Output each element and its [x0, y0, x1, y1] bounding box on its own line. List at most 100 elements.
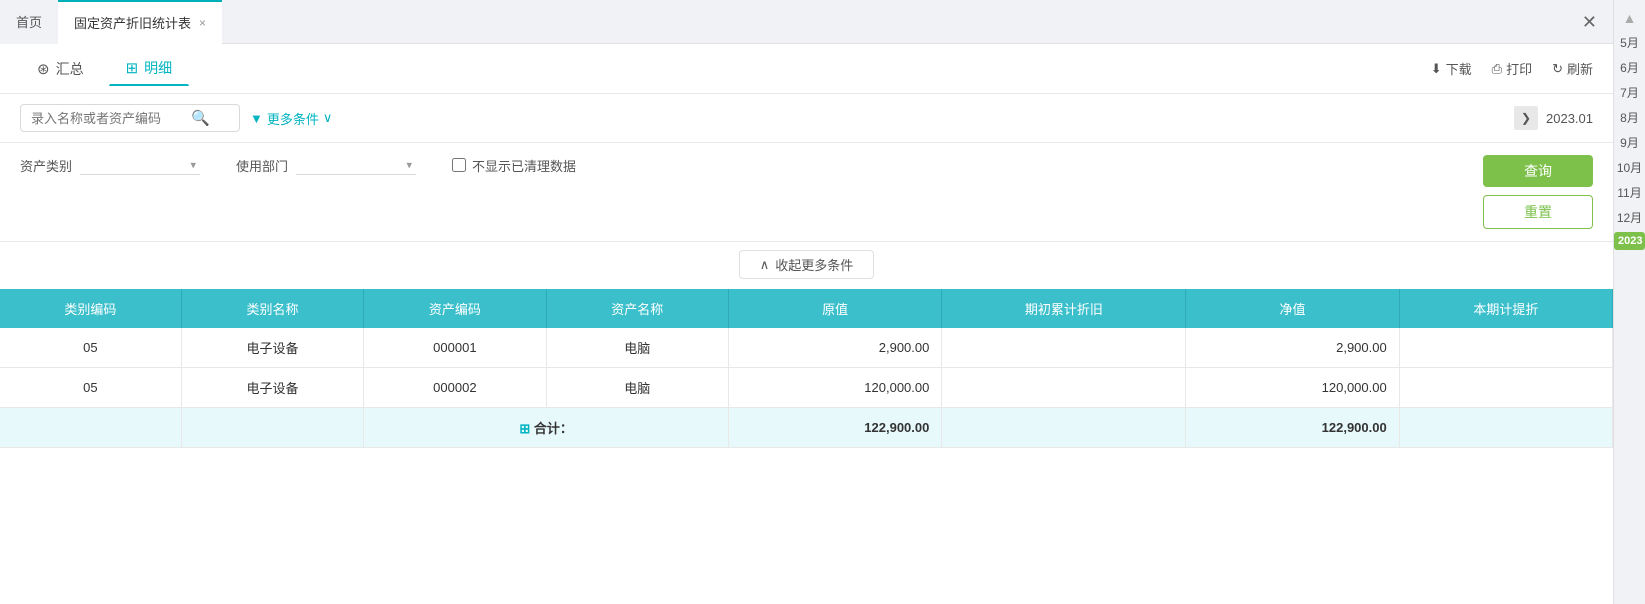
asset-category-filter: 资产类别: [20, 155, 220, 175]
print-button[interactable]: ⎙ 打印: [1492, 59, 1532, 78]
table-row: 05 电子设备 000002 电脑 120,000.00 120,000.00: [0, 368, 1613, 408]
cell-accumulated-dep: [942, 328, 1186, 368]
tab-home[interactable]: 首页: [0, 0, 58, 44]
cell-original-value: 120,000.00: [729, 368, 942, 408]
tab-active-label: 固定资产折旧统计表: [74, 13, 191, 32]
cell-category-code: 05: [0, 368, 181, 408]
tab-active[interactable]: 固定资产折旧统计表 ×: [58, 0, 222, 44]
cell-asset-name: 电脑: [546, 368, 728, 408]
date-display: 2023.01: [1546, 111, 1593, 126]
filter-row: 资产类别 使用部门: [20, 155, 1467, 175]
cell-current-dep: [1399, 368, 1612, 408]
department-select-wrap: [296, 155, 416, 175]
search-icon[interactable]: 🔍: [191, 109, 210, 127]
refresh-label: 刷新: [1567, 59, 1593, 78]
year-badge-label: 2023: [1618, 235, 1642, 247]
department-label: 使用部门: [236, 156, 288, 175]
tab-close-icon[interactable]: ×: [199, 16, 206, 30]
download-button[interactable]: ⬇ 下载: [1431, 59, 1472, 78]
toolbar-actions: ⬇ 下载 ⎙ 打印 ↻ 刷新: [1431, 59, 1593, 78]
download-label: 下载: [1446, 59, 1472, 78]
data-table: 类别编码 类别名称 资产编码 资产名称 原值 期初累计折旧 净值 本期计提折 0…: [0, 289, 1613, 448]
sidebar-month-item[interactable]: 11月: [1617, 180, 1642, 205]
total-net-value: 122,900.00: [1186, 408, 1399, 448]
cell-asset-code: 000002: [364, 368, 546, 408]
department-select[interactable]: [296, 155, 416, 175]
download-icon: ⬇: [1431, 61, 1442, 77]
cell-category-name: 电子设备: [181, 368, 363, 408]
refresh-icon: ↻: [1552, 61, 1563, 77]
cell-accumulated-dep: [942, 368, 1186, 408]
total-row: ⊞ 合计： 122,900.00 122,900.00: [0, 408, 1613, 448]
print-label: 打印: [1506, 59, 1532, 78]
col-current-dep: 本期计提折: [1399, 289, 1612, 328]
sidebar-month-item[interactable]: 5月: [1617, 30, 1642, 55]
cell-original-value: 2,900.00: [729, 328, 942, 368]
detail-icon: ⊞: [126, 59, 139, 77]
col-net-value: 净值: [1186, 289, 1399, 328]
asset-category-select[interactable]: [80, 155, 200, 175]
more-conditions-label: 更多条件: [267, 109, 319, 128]
more-conditions-arrow: ∨: [323, 110, 333, 126]
tab-summary[interactable]: ⊛ 汇总: [20, 52, 101, 86]
department-filter: 使用部门: [236, 155, 436, 175]
col-asset-code: 资产编码: [364, 289, 546, 328]
hide-cleared-label: 不显示已清理数据: [472, 156, 576, 175]
collapse-bar: ∧ 收起更多条件: [0, 242, 1613, 289]
more-conditions-button[interactable]: ▼ 更多条件 ∨: [250, 109, 332, 128]
cell-category-name: 电子设备: [181, 328, 363, 368]
cell-asset-name: 电脑: [546, 328, 728, 368]
cell-current-dep: [1399, 328, 1612, 368]
query-button[interactable]: 查询: [1483, 155, 1593, 187]
sidebar-month-item[interactable]: 10月: [1617, 155, 1642, 180]
filter-area: 🔍 ▼ 更多条件 ∨ ❯ 2023.01: [0, 94, 1613, 143]
total-accumulated-dep: [942, 408, 1186, 448]
refresh-button[interactable]: ↻ 刷新: [1552, 59, 1593, 78]
table-wrap: 类别编码 类别名称 资产编码 资产名称 原值 期初累计折旧 净值 本期计提折 0…: [0, 289, 1613, 604]
collapse-icon: ∧: [760, 257, 770, 273]
tab-bar: 首页 固定资产折旧统计表 × ✕: [0, 0, 1613, 44]
date-nav-prev[interactable]: ❯: [1514, 106, 1538, 130]
filter-buttons: 查询 重置: [1483, 155, 1593, 229]
asset-category-select-wrap: [80, 155, 200, 175]
hide-cleared-checkbox[interactable]: [452, 158, 466, 172]
sidebar-month-item[interactable]: 6月: [1617, 55, 1642, 80]
total-current-dep: [1399, 408, 1612, 448]
table-header-row: 类别编码 类别名称 资产编码 资产名称 原值 期初累计折旧 净值 本期计提折: [0, 289, 1613, 328]
sidebar-month-item[interactable]: 9月: [1617, 130, 1642, 155]
hide-cleared-checkbox-wrap[interactable]: 不显示已清理数据: [452, 156, 576, 175]
filter-funnel-icon: ▼: [250, 111, 263, 126]
collapse-button[interactable]: ∧ 收起更多条件: [739, 250, 875, 279]
year-badge[interactable]: 2023: [1614, 232, 1645, 250]
sub-tabs: ⊛ 汇总 ⊞ 明细: [20, 51, 189, 86]
col-asset-name: 资产名称: [546, 289, 728, 328]
sub-tab-bar: ⊛ 汇总 ⊞ 明细 ⬇ 下载 ⎙ 打印 ↻ 刷新: [0, 44, 1613, 94]
total-label: ⊞ 合计：: [364, 408, 729, 448]
content-wrapper: ⊛ 汇总 ⊞ 明细 ⬇ 下载 ⎙ 打印 ↻ 刷新: [0, 44, 1613, 604]
collapse-label: 收起更多条件: [775, 255, 853, 274]
cell-net-value: 120,000.00: [1186, 368, 1399, 408]
cell-net-value: 2,900.00: [1186, 328, 1399, 368]
sidebar-scroll-up[interactable]: ▲: [1623, 8, 1637, 28]
tab-home-label: 首页: [16, 12, 42, 31]
sidebar-month-item[interactable]: 8月: [1617, 105, 1642, 130]
window-close-button[interactable]: ✕: [1582, 13, 1597, 31]
search-input[interactable]: [31, 111, 191, 126]
advanced-filter: 资产类别 使用部门: [0, 143, 1613, 242]
cell-category-code: 05: [0, 328, 181, 368]
print-icon: ⎙: [1492, 61, 1502, 77]
tab-summary-label: 汇总: [56, 59, 84, 79]
right-sidebar: ▲ 5月6月7月8月9月10月11月12月 2023: [1613, 0, 1645, 604]
sidebar-month-item[interactable]: 12月: [1617, 205, 1642, 230]
search-wrap: 🔍: [20, 104, 240, 132]
tab-detail[interactable]: ⊞ 明细: [109, 51, 190, 86]
reset-button[interactable]: 重置: [1483, 195, 1593, 229]
col-accumulated-dep: 期初累计折旧: [942, 289, 1186, 328]
cell-asset-code: 000001: [364, 328, 546, 368]
col-original-value: 原值: [729, 289, 942, 328]
sidebar-month-item[interactable]: 7月: [1617, 80, 1642, 105]
main-area: 首页 固定资产折旧统计表 × ✕ ⊛ 汇总 ⊞ 明细 ⬇: [0, 0, 1613, 604]
summary-icon: ⊛: [37, 60, 50, 78]
asset-category-label: 资产类别: [20, 156, 72, 175]
tab-detail-label: 明细: [144, 58, 172, 78]
